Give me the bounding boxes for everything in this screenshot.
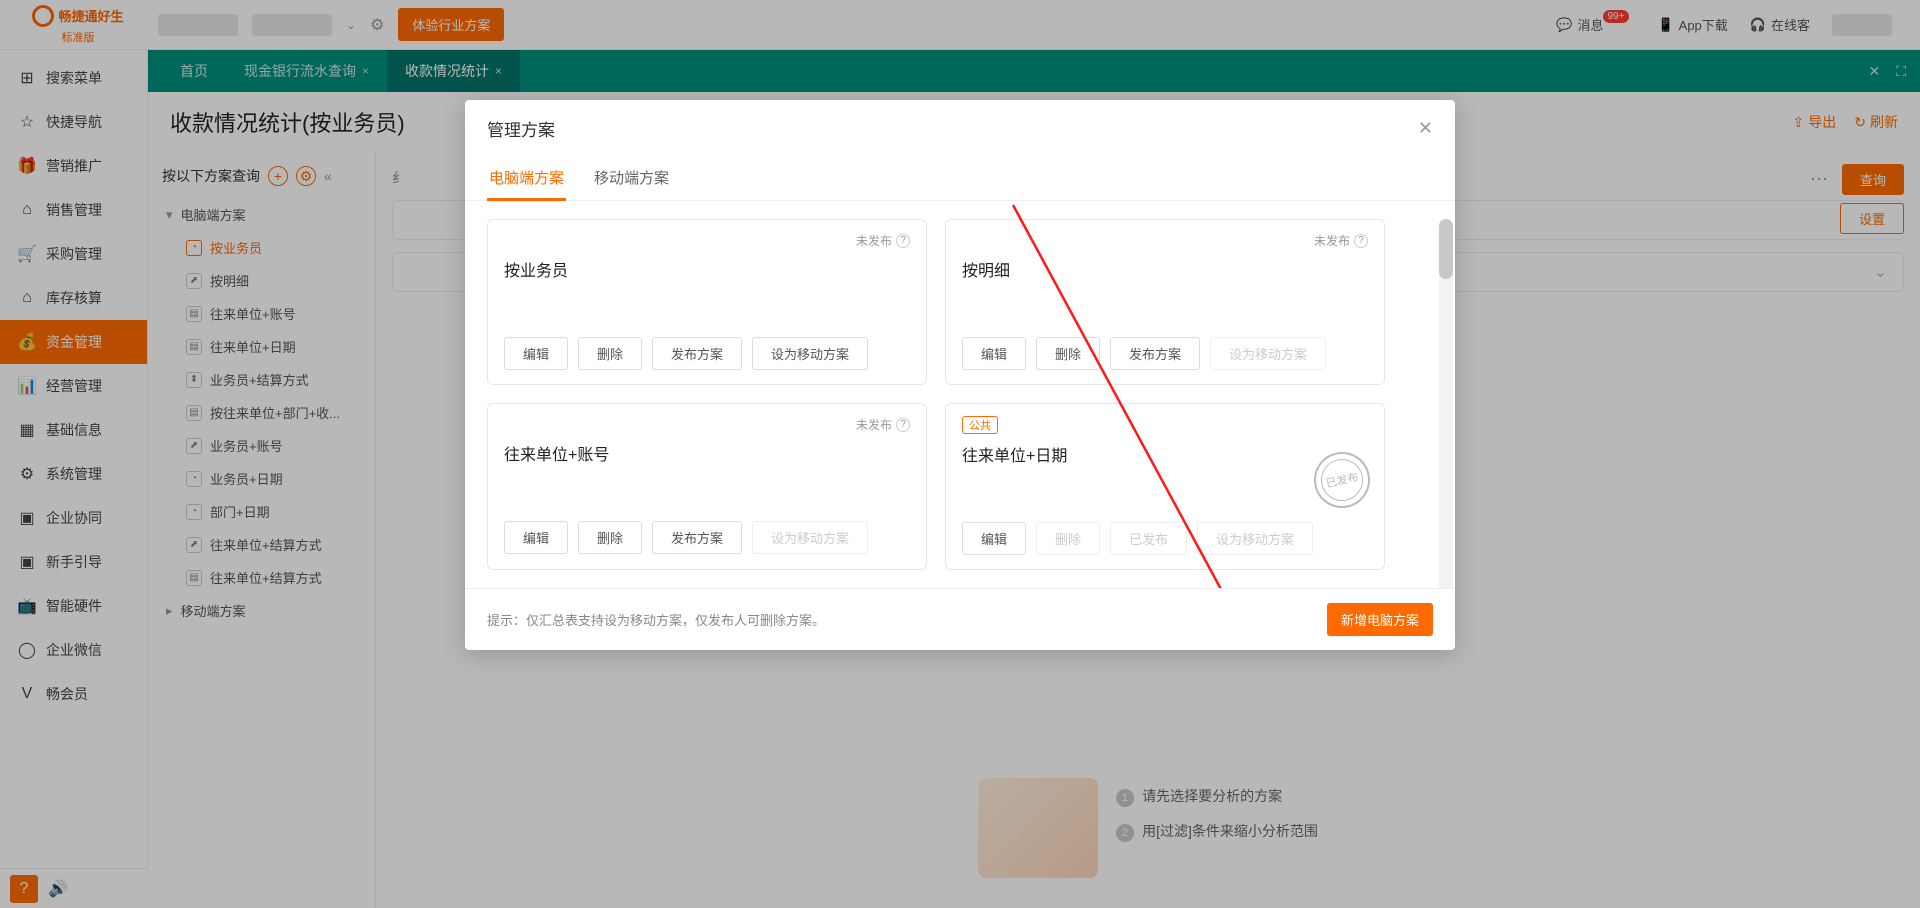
edit-button[interactable]: 编辑 [504, 521, 568, 554]
modal-title: 管理方案 [487, 116, 555, 141]
modal-overlay: 管理方案 ✕ 电脑端方案 移动端方案 未发布?按业务员编辑删除发布方案设为移动方… [0, 0, 1920, 908]
modal-tab-mobile[interactable]: 移动端方案 [592, 157, 671, 200]
delete-button[interactable]: 删除 [578, 337, 642, 370]
edit-button[interactable]: 编辑 [962, 337, 1026, 370]
delete-button[interactable]: 删除 [1036, 337, 1100, 370]
delete-button: 删除 [1036, 522, 1100, 555]
help-icon[interactable]: ? [896, 418, 910, 432]
publish-button[interactable]: 发布方案 [652, 521, 742, 554]
status-text: 未发布 [856, 232, 892, 249]
help-icon[interactable]: ? [1354, 234, 1368, 248]
edit-button[interactable]: 编辑 [962, 522, 1026, 555]
scheme-card: 未发布? 按业务员编辑删除发布方案设为移动方案 [487, 219, 927, 385]
publish-button[interactable]: 发布方案 [1110, 337, 1200, 370]
card-title: 往来单位+账号 [504, 441, 910, 511]
status-text: 未发布 [1314, 232, 1350, 249]
scheme-card: 未发布? 往来单位+账号编辑删除发布方案设为移动方案 [487, 403, 927, 570]
modal-tab-pc[interactable]: 电脑端方案 [487, 157, 566, 201]
manage-scheme-modal: 管理方案 ✕ 电脑端方案 移动端方案 未发布?按业务员编辑删除发布方案设为移动方… [465, 100, 1455, 650]
delete-button[interactable]: 删除 [578, 521, 642, 554]
set-mobile-button: 设为移动方案 [1197, 522, 1313, 555]
set-mobile-button: 设为移动方案 [1210, 337, 1326, 370]
modal-tip: 提示：仅汇总表支持设为移动方案，仅发布人可删除方案。 [487, 610, 825, 629]
scheme-card: 公共往来单位+日期已发布编辑删除已发布设为移动方案 [945, 403, 1385, 570]
status-text: 未发布 [856, 416, 892, 433]
card-title: 往来单位+日期 [962, 442, 1368, 512]
set-mobile-button[interactable]: 设为移动方案 [752, 337, 868, 370]
scheme-card: 未发布? 按明细编辑删除发布方案设为移动方案 [945, 219, 1385, 385]
card-title: 按明细 [962, 257, 1368, 327]
help-icon[interactable]: ? [896, 234, 910, 248]
publish-button: 已发布 [1110, 522, 1187, 555]
public-tag: 公共 [962, 416, 998, 434]
publish-button[interactable]: 发布方案 [652, 337, 742, 370]
add-pc-scheme-button[interactable]: 新增电脑方案 [1327, 603, 1433, 636]
set-mobile-button: 设为移动方案 [752, 521, 868, 554]
edit-button[interactable]: 编辑 [504, 337, 568, 370]
card-title: 按业务员 [504, 257, 910, 327]
close-icon[interactable]: ✕ [1418, 118, 1433, 139]
modal-scrollbar[interactable] [1439, 219, 1453, 588]
